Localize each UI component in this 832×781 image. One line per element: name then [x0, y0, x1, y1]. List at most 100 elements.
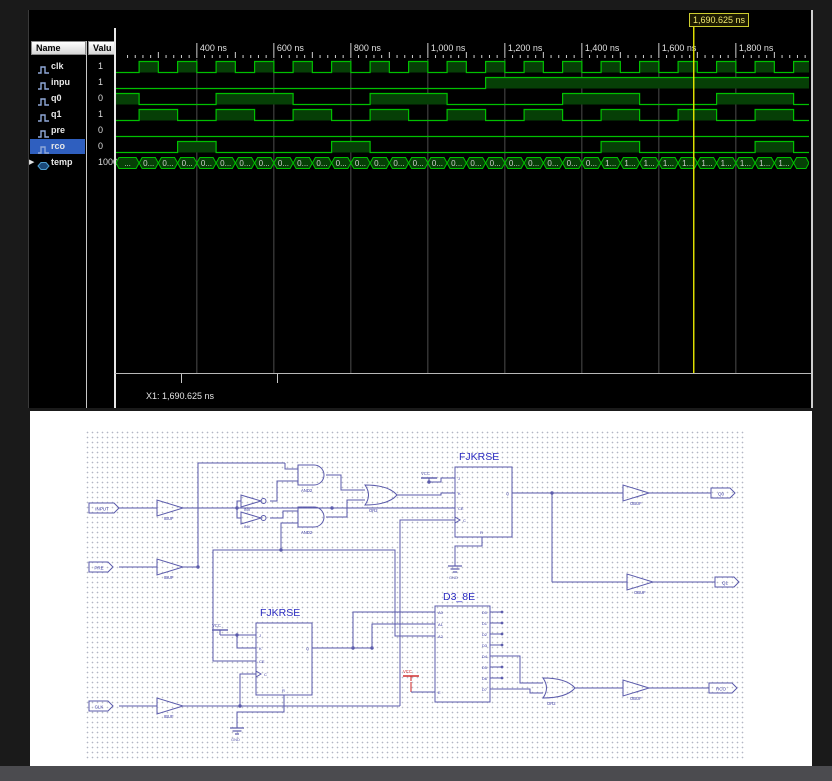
signal-value: 1 [98, 61, 104, 71]
cursor-time-label[interactable]: 1,690.625 ns [689, 13, 750, 27]
status-divider [86, 383, 87, 408]
svg-text:A2: A2 [438, 634, 444, 639]
port-tag-Q1[interactable]: Q1 [714, 576, 740, 588]
ibuf-buffer[interactable]: IBUF [156, 499, 185, 521]
wave-cursor[interactable] [116, 27, 809, 373]
signal-name[interactable]: clk [51, 61, 64, 71]
wire[interactable] [236, 695, 285, 728]
column-header-value[interactable]: Valu [88, 41, 115, 55]
wire[interactable] [490, 688, 543, 694]
svg-text:D4: D4 [482, 654, 488, 659]
signal-name[interactable]: inpu [51, 77, 70, 87]
svg-text:IBUF: IBUF [164, 714, 174, 719]
inv-gate[interactable]: INV [240, 511, 267, 529]
wire[interactable] [352, 611, 435, 648]
status-bar: X1: 1,690.625 ns [29, 383, 811, 408]
expander-icon[interactable]: ▶ [29, 158, 34, 166]
wire-junction [235, 506, 239, 510]
wire[interactable] [326, 474, 365, 491]
signal-name[interactable]: temp [51, 157, 73, 167]
svg-text:C: C [463, 518, 466, 523]
signal-name[interactable]: q1 [51, 109, 62, 119]
decoder-D3_8E[interactable]: D3_8E A0 A1 A2 E D0 D1 D2 D3 D4 D5 D6 D7 [434, 591, 504, 703]
signal-row-clk[interactable]: clk 1 [29, 59, 115, 75]
svg-text:VCC: VCC [212, 623, 221, 628]
wire[interactable] [239, 673, 256, 706]
svg-text:Q1: Q1 [722, 581, 729, 586]
svg-text:C: C [264, 672, 267, 677]
inv-gate[interactable]: INV [240, 494, 267, 512]
schematic-drawing: INPUT PRE CLK Q0 Q1 RCO IBUF IBUF IBUF O… [88, 451, 740, 742]
signal-row-inpu[interactable]: inpu 1 [29, 75, 115, 91]
wire[interactable] [397, 492, 455, 496]
obuf-buffer[interactable]: OBUF [622, 679, 651, 701]
port-tag-CLK[interactable]: CLK [88, 700, 114, 712]
wire[interactable] [284, 463, 298, 470]
svg-text:Q: Q [306, 646, 309, 651]
svg-text:CE: CE [259, 659, 265, 664]
signal-name[interactable]: pre [51, 125, 65, 135]
ibuf-buffer[interactable]: IBUF [156, 697, 185, 719]
flipflop-FJKRSE[interactable]: FJKRSE J K CE C R Q [454, 451, 513, 538]
svg-text:IBUF: IBUF [164, 516, 174, 521]
or2-gate[interactable]: OR2 [542, 677, 576, 706]
flipflop-FJKRSE[interactable]: FJKRSE J K CE C R Q [255, 607, 313, 696]
wire[interactable] [270, 480, 298, 502]
vcc-symbol: VCC [212, 623, 228, 635]
svg-text:INV: INV [244, 525, 251, 529]
signal-name[interactable]: rco [51, 141, 65, 151]
svg-text:K: K [458, 491, 461, 496]
svg-text:IBUF: IBUF [164, 575, 174, 580]
scrollbar-notch[interactable] [277, 374, 278, 383]
bus-icon [37, 158, 50, 176]
vcc-symbol: VCC [421, 471, 437, 483]
wire[interactable] [490, 655, 543, 684]
signal-row-q0[interactable]: q0 0 [29, 91, 115, 107]
svg-text:GND: GND [449, 575, 458, 580]
svg-text:D6: D6 [482, 676, 488, 681]
wire[interactable] [454, 537, 483, 566]
port-tag-PRE[interactable]: PRE [88, 561, 114, 573]
and2-gate[interactable]: AND2 [297, 506, 325, 535]
wire[interactable] [270, 510, 298, 519]
cursor-position-status: X1: 1,690.625 ns [146, 391, 215, 401]
svg-text:D2: D2 [482, 632, 488, 637]
svg-text:R: R [480, 530, 483, 535]
port-tag-INPUT[interactable]: INPUT [88, 502, 120, 514]
signal-row-pre[interactable]: pre 0 [29, 123, 115, 139]
signal-value: 1 [98, 77, 104, 87]
wire-junction [330, 506, 334, 510]
wire-junction [196, 565, 200, 569]
svg-text:A1: A1 [438, 622, 444, 627]
simulation-wave-window: 1,690.625 ns Name Valu clk 1 inpu 1 q0 0 q1 1 pr… [28, 10, 813, 408]
ibuf-buffer[interactable]: IBUF [156, 558, 185, 580]
svg-text:AND2: AND2 [301, 530, 313, 535]
wire[interactable] [399, 519, 455, 706]
signal-value: 0 [98, 93, 104, 103]
wire-junction [370, 646, 374, 650]
and2-gate[interactable]: AND2 [297, 464, 325, 493]
column-header-name[interactable]: Name [31, 41, 86, 55]
schematic-sheet[interactable]: INPUT PRE CLK Q0 Q1 RCO IBUF IBUF IBUF O… [85, 430, 745, 760]
signal-name[interactable]: q0 [51, 93, 62, 103]
obuf-buffer[interactable]: OBUF [626, 573, 655, 595]
port-tag-Q0[interactable]: Q0 [710, 487, 736, 499]
signal-row-rco[interactable]: rco 0 [29, 139, 115, 155]
port-tag-RCO[interactable]: RCO [708, 682, 738, 694]
screen: 1,690.625 ns Name Valu clk 1 inpu 1 q0 0 q1 1 pr… [0, 0, 832, 781]
scrollbar-notch[interactable] [181, 374, 182, 383]
signal-row-temp[interactable]: ▶ temp 1000 [29, 155, 118, 171]
or2-gate[interactable]: OR2 [364, 484, 398, 513]
obuf-buffer[interactable]: OBUF [622, 484, 651, 506]
svg-text:FJKRSE: FJKRSE [260, 607, 300, 619]
wire[interactable] [236, 635, 256, 649]
svg-text:R: R [282, 688, 285, 693]
vcc-symbol: VCC [403, 669, 419, 681]
signal-value: 1 [98, 109, 104, 119]
svg-text:INPUT: INPUT [95, 507, 109, 512]
svg-text:Q0: Q0 [718, 492, 725, 497]
signal-row-q1[interactable]: q1 1 [29, 107, 115, 123]
svg-text:VCC: VCC [403, 669, 412, 674]
schematic-editor-window: INPUT PRE CLK Q0 Q1 RCO IBUF IBUF IBUF O… [30, 411, 812, 766]
svg-text:K: K [259, 646, 262, 651]
